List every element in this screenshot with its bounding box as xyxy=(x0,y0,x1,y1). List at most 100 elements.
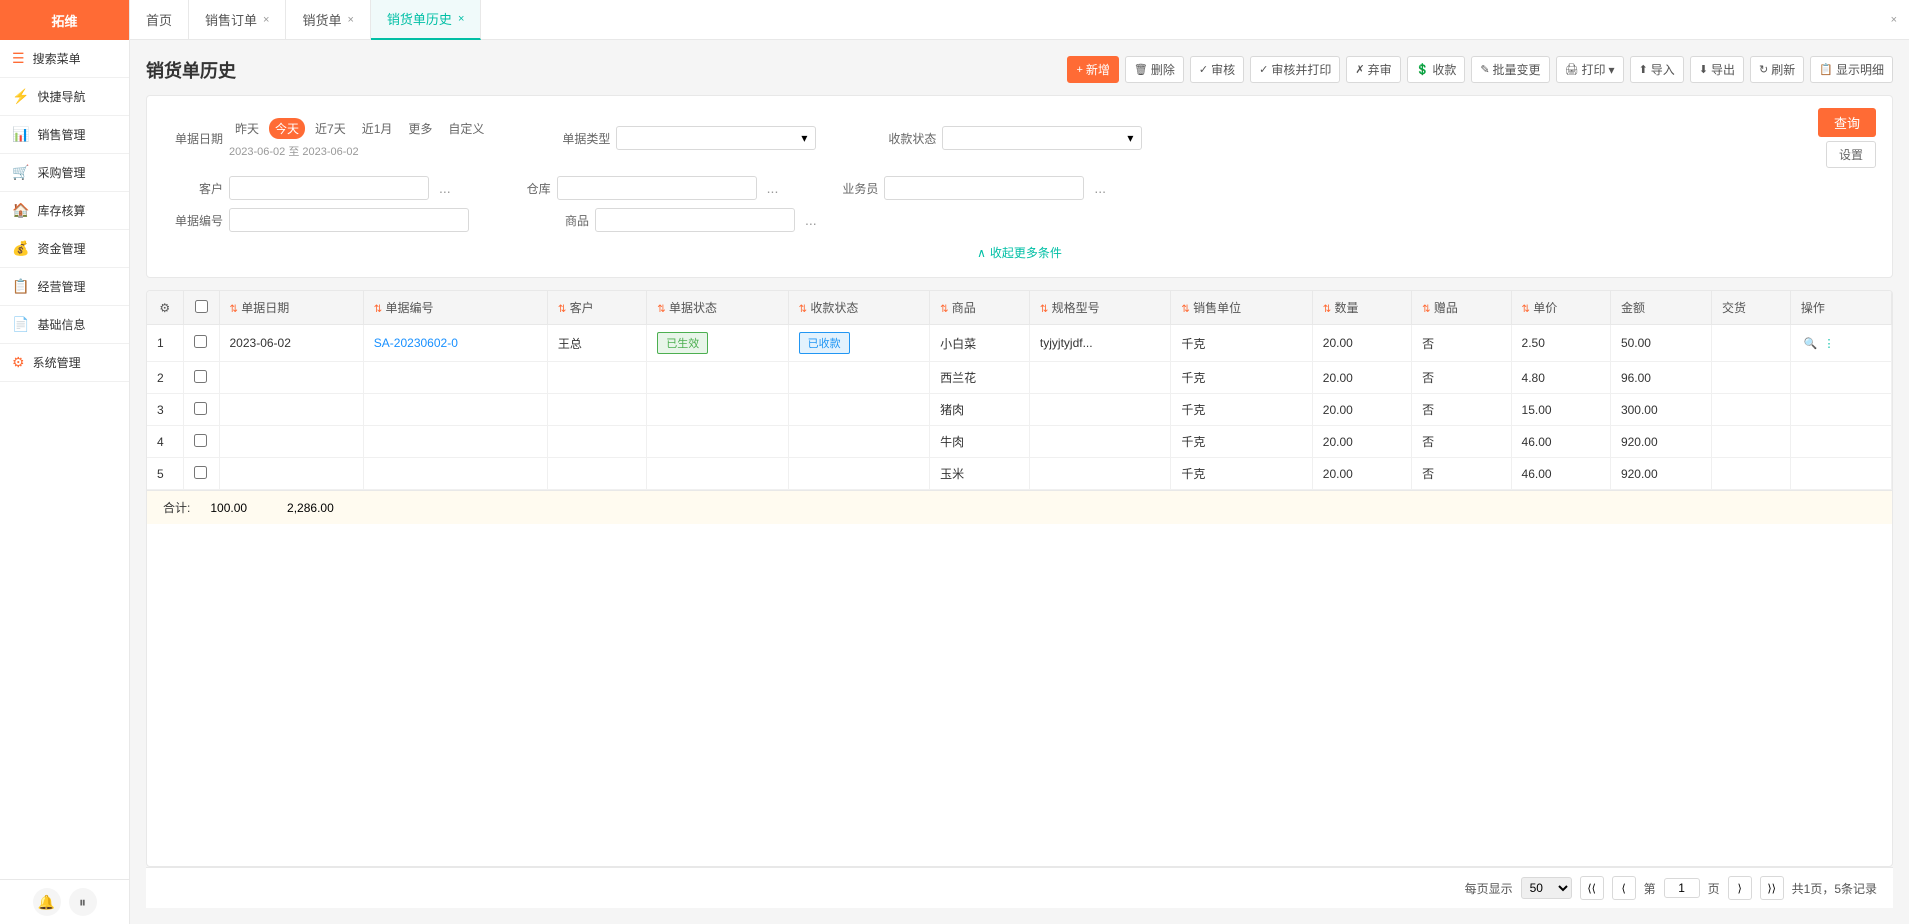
delete-button[interactable]: 🗑 删除 xyxy=(1125,56,1184,83)
sidebar-item-funds-mgmt[interactable]: 💰 资金管理 xyxy=(0,230,129,268)
row-checkbox[interactable] xyxy=(194,370,207,383)
doc-no-input[interactable] xyxy=(229,208,469,232)
tab-sales-order-close[interactable]: × xyxy=(263,14,269,26)
batch-change-button[interactable]: ✎ 批量变更 xyxy=(1471,56,1549,83)
row-checkbox[interactable] xyxy=(183,362,219,394)
row-checkbox[interactable] xyxy=(183,426,219,458)
warehouse-ellipsis[interactable]: ... xyxy=(767,180,779,196)
date-tab-more[interactable]: 更多 xyxy=(402,118,438,139)
current-page-input[interactable] xyxy=(1664,878,1700,898)
row-checkbox[interactable] xyxy=(194,434,207,447)
more-op-button[interactable]: ⋮ xyxy=(1824,338,1835,350)
cell-sales-unit: 千克 xyxy=(1171,426,1312,458)
col-gift[interactable]: ⇅ 赠品 xyxy=(1412,291,1511,325)
col-goods[interactable]: ⇅ 商品 xyxy=(930,291,1030,325)
set-button[interactable]: 设置 xyxy=(1826,141,1876,168)
col-settings[interactable]: ⚙ xyxy=(147,291,183,325)
tab-sales-goods-close[interactable]: × xyxy=(347,14,353,26)
tab-home[interactable]: 首页 xyxy=(130,0,189,40)
sales-mgmt-icon: 📊 xyxy=(12,126,29,143)
sidebar-item-sys-mgmt[interactable]: ⚙ 系统管理 xyxy=(0,344,129,382)
export-button[interactable]: ⬇ 导出 xyxy=(1690,56,1744,83)
row-checkbox[interactable] xyxy=(183,325,219,362)
cell-doc-date xyxy=(219,426,363,458)
last-page-button[interactable]: ⟩⟩ xyxy=(1760,876,1784,900)
col-spec-label: 规格型号 xyxy=(1052,301,1100,315)
date-tab-today[interactable]: 今天 xyxy=(269,118,305,139)
col-unit-price[interactable]: ⇅ 单价 xyxy=(1511,291,1610,325)
row-checkbox[interactable] xyxy=(194,402,207,415)
audit-button[interactable]: ✓ 审核 xyxy=(1190,56,1244,83)
print-button[interactable]: 🖨 打印 ▾ xyxy=(1556,56,1624,83)
col-doc-status[interactable]: ⇅ 单据状态 xyxy=(647,291,788,325)
cell-customer xyxy=(547,362,646,394)
col-customer[interactable]: ⇅ 客户 xyxy=(547,291,646,325)
doc-type-select[interactable]: ▾ xyxy=(616,126,816,150)
add-button[interactable]: + 新增 xyxy=(1067,56,1118,83)
export-label: 导出 xyxy=(1711,61,1735,78)
cell-unit-price: 46.00 xyxy=(1511,426,1610,458)
sidebar-item-quick-nav[interactable]: ⚡ 快捷导航 xyxy=(0,78,129,116)
tab-sales-order-label: 销售订单 xyxy=(205,10,257,29)
tab-sales-order[interactable]: 销售订单 × xyxy=(189,0,286,40)
filter-more-toggle[interactable]: ∧ 收起更多条件 xyxy=(163,240,1876,265)
col-spec[interactable]: ⇅ 规格型号 xyxy=(1029,291,1170,325)
row-checkbox[interactable] xyxy=(194,466,207,479)
col-checkbox[interactable] xyxy=(183,291,219,325)
tab-sales-history-close[interactable]: × xyxy=(458,13,464,25)
view-op-button[interactable]: 🔍 xyxy=(1804,338,1818,350)
date-tab-custom[interactable]: 自定义 xyxy=(442,118,490,139)
abandon-button[interactable]: ✗ 弃审 xyxy=(1346,56,1400,83)
doc-no-link[interactable]: SA-20230602-0 xyxy=(374,336,458,350)
sidebar-item-label: 经营管理 xyxy=(37,278,85,295)
row-checkbox[interactable] xyxy=(183,394,219,426)
col-quantity[interactable]: ⇅ 数量 xyxy=(1312,291,1411,325)
goods-input[interactable] xyxy=(595,208,795,232)
top-nav-close[interactable]: × xyxy=(1891,14,1897,26)
customer-input[interactable] xyxy=(229,176,429,200)
cell-payment-status xyxy=(788,394,929,426)
export-icon: ⬇ xyxy=(1699,63,1708,76)
tab-sales-goods[interactable]: 销货单 × xyxy=(286,0,370,40)
sidebar-item-search-menu[interactable]: ☰ 搜索菜单 xyxy=(0,40,129,78)
sidebar-item-basic-info[interactable]: 📄 基础信息 xyxy=(0,306,129,344)
salesperson-ellipsis[interactable]: ... xyxy=(1094,180,1106,196)
tab-sales-history[interactable]: 销货单历史 × xyxy=(371,0,481,40)
select-all-checkbox[interactable] xyxy=(195,300,208,313)
col-doc-no[interactable]: ⇅ 单据编号 xyxy=(363,291,547,325)
row-checkbox[interactable] xyxy=(194,335,207,348)
per-page-select[interactable]: 50 100 200 xyxy=(1521,877,1572,899)
import-button[interactable]: ⬆ 导入 xyxy=(1630,56,1684,83)
sidebar-item-inventory[interactable]: 🏠 库存核算 xyxy=(0,192,129,230)
next-page-button[interactable]: ⟩ xyxy=(1728,876,1752,900)
row-checkbox[interactable] xyxy=(183,458,219,490)
notification-button[interactable]: 🔔 xyxy=(33,888,61,916)
sidebar-item-sales-mgmt[interactable]: 📊 销售管理 xyxy=(0,116,129,154)
warehouse-input[interactable] xyxy=(557,176,757,200)
prev-page-button[interactable]: ⟨ xyxy=(1612,876,1636,900)
payment-status-select[interactable]: ▾ xyxy=(942,126,1142,150)
cell-unit-price: 46.00 xyxy=(1511,458,1610,490)
collect-button[interactable]: 💲 收款 xyxy=(1407,56,1466,83)
customer-ellipsis[interactable]: ... xyxy=(439,180,451,196)
col-doc-date[interactable]: ⇅ 单据日期 xyxy=(219,291,363,325)
cell-unit-price: 15.00 xyxy=(1511,394,1610,426)
col-sales-unit[interactable]: ⇅ 销售单位 xyxy=(1171,291,1312,325)
goods-ellipsis[interactable]: ... xyxy=(805,212,817,228)
sidebar-item-purchase-mgmt[interactable]: 🛒 采购管理 xyxy=(0,154,129,192)
pause-button[interactable]: ⏸ xyxy=(69,888,97,916)
audit-print-button[interactable]: ✓ 审核并打印 xyxy=(1250,56,1340,83)
salesperson-input[interactable] xyxy=(884,176,1084,200)
show-detail-button[interactable]: 📋 显示明细 xyxy=(1810,56,1893,83)
sort-icon: ⇅ xyxy=(230,304,238,315)
date-tab-7days[interactable]: 近7天 xyxy=(309,118,352,139)
date-tab-yesterday[interactable]: 昨天 xyxy=(229,118,265,139)
refresh-button[interactable]: ↻ 刷新 xyxy=(1750,56,1804,83)
cell-spec xyxy=(1029,362,1170,394)
col-payment-status[interactable]: ⇅ 收款状态 xyxy=(788,291,929,325)
query-button[interactable]: 查询 xyxy=(1818,108,1876,137)
cell-doc-no[interactable]: SA-20230602-0 xyxy=(363,325,547,362)
first-page-button[interactable]: ⟨⟨ xyxy=(1580,876,1604,900)
date-tab-1month[interactable]: 近1月 xyxy=(356,118,399,139)
sidebar-item-ops-mgmt[interactable]: 📋 经营管理 xyxy=(0,268,129,306)
